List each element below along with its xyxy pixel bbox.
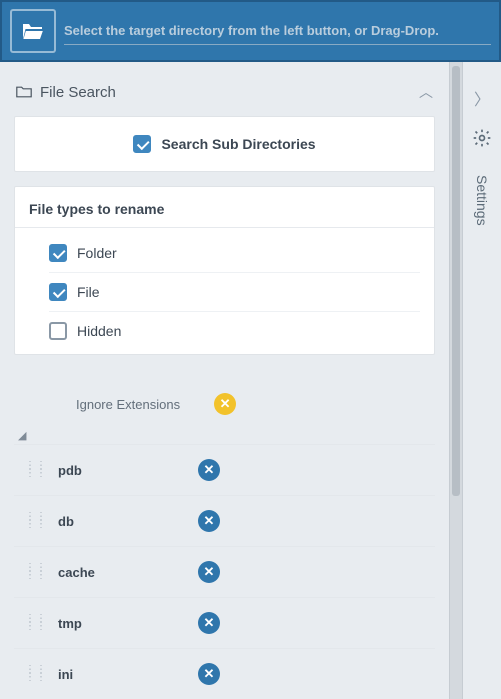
extension-name: db [58,514,198,529]
remove-extension-button[interactable]: ✕ [198,561,220,583]
file-types-body: Folder File Hidden [15,228,434,354]
chevron-up-icon[interactable]: ︿ [419,82,433,102]
file-type-label: Hidden [77,323,121,339]
hidden-checkbox[interactable] [49,322,67,340]
scrollbar-thumb[interactable] [452,66,460,496]
search-sub-label: Search Sub Directories [161,136,315,152]
drag-handle-icon[interactable]: ⋮⋮⋮⋮⋮⋮ [14,464,58,476]
drag-handle-icon[interactable]: ⋮⋮⋮⋮⋮⋮ [14,668,58,680]
file-type-row: Folder [49,234,420,273]
extension-name: ini [58,667,198,682]
file-types-title: File types to rename [15,187,434,228]
file-type-row: File [49,273,420,312]
right-rail: 〉 Settings [463,62,501,699]
file-type-label: File [77,284,100,300]
ignore-extensions-row: Ignore Extensions ✕ [14,375,435,433]
directory-path-input[interactable]: Select the target directory from the lef… [64,17,491,45]
clear-extensions-button[interactable]: ✕ [214,393,236,415]
extension-row: ⋮⋮⋮⋮⋮⋮cache✕ [14,546,435,597]
drag-handle-icon[interactable]: ⋮⋮⋮⋮⋮⋮ [14,566,58,578]
file-type-row: Hidden [49,312,420,350]
choose-directory-button[interactable] [10,9,56,53]
extension-row: ⋮⋮⋮⋮⋮⋮db✕ [14,495,435,546]
ignore-extensions-label: Ignore Extensions [76,397,180,412]
remove-extension-button[interactable]: ✕ [198,612,220,634]
left-pane: File Search ︿ Search Sub Directories Fil… [0,62,449,699]
folder-icon [16,85,32,99]
extension-row: ⋮⋮⋮⋮⋮⋮pdb✕ [14,444,435,495]
settings-label[interactable]: Settings [474,175,490,226]
search-sub-card: Search Sub Directories [14,116,435,172]
file-search-header[interactable]: File Search ︿ [14,72,435,116]
top-bar: Select the target directory from the lef… [0,0,501,62]
extension-name: cache [58,565,198,580]
extension-row: ⋮⋮⋮⋮⋮⋮ini✕ [14,648,435,699]
remove-extension-button[interactable]: ✕ [198,663,220,685]
extensions-list: ⋮⋮⋮⋮⋮⋮pdb✕⋮⋮⋮⋮⋮⋮db✕⋮⋮⋮⋮⋮⋮cache✕⋮⋮⋮⋮⋮⋮tmp… [14,444,435,699]
folder-checkbox[interactable] [49,244,67,262]
drag-handle-icon[interactable]: ⋮⋮⋮⋮⋮⋮ [14,617,58,629]
file-type-label: Folder [77,245,117,261]
extension-row: ⋮⋮⋮⋮⋮⋮tmp✕ [14,597,435,648]
sort-indicator-icon: ◢ [14,429,435,442]
main-area: File Search ︿ Search Sub Directories Fil… [0,62,501,699]
drag-handle-icon[interactable]: ⋮⋮⋮⋮⋮⋮ [14,515,58,527]
file-checkbox[interactable] [49,283,67,301]
search-sub-checkbox[interactable] [133,135,151,153]
extension-name: tmp [58,616,198,631]
section-title: File Search [40,84,116,101]
chevron-right-icon[interactable]: 〉 [474,86,490,110]
extension-name: pdb [58,463,198,478]
remove-extension-button[interactable]: ✕ [198,459,220,481]
folder-open-icon [21,21,45,41]
gear-icon[interactable] [472,128,492,153]
remove-extension-button[interactable]: ✕ [198,510,220,532]
scrollbar[interactable] [449,62,463,699]
file-types-card: File types to rename Folder File Hidden [14,186,435,355]
